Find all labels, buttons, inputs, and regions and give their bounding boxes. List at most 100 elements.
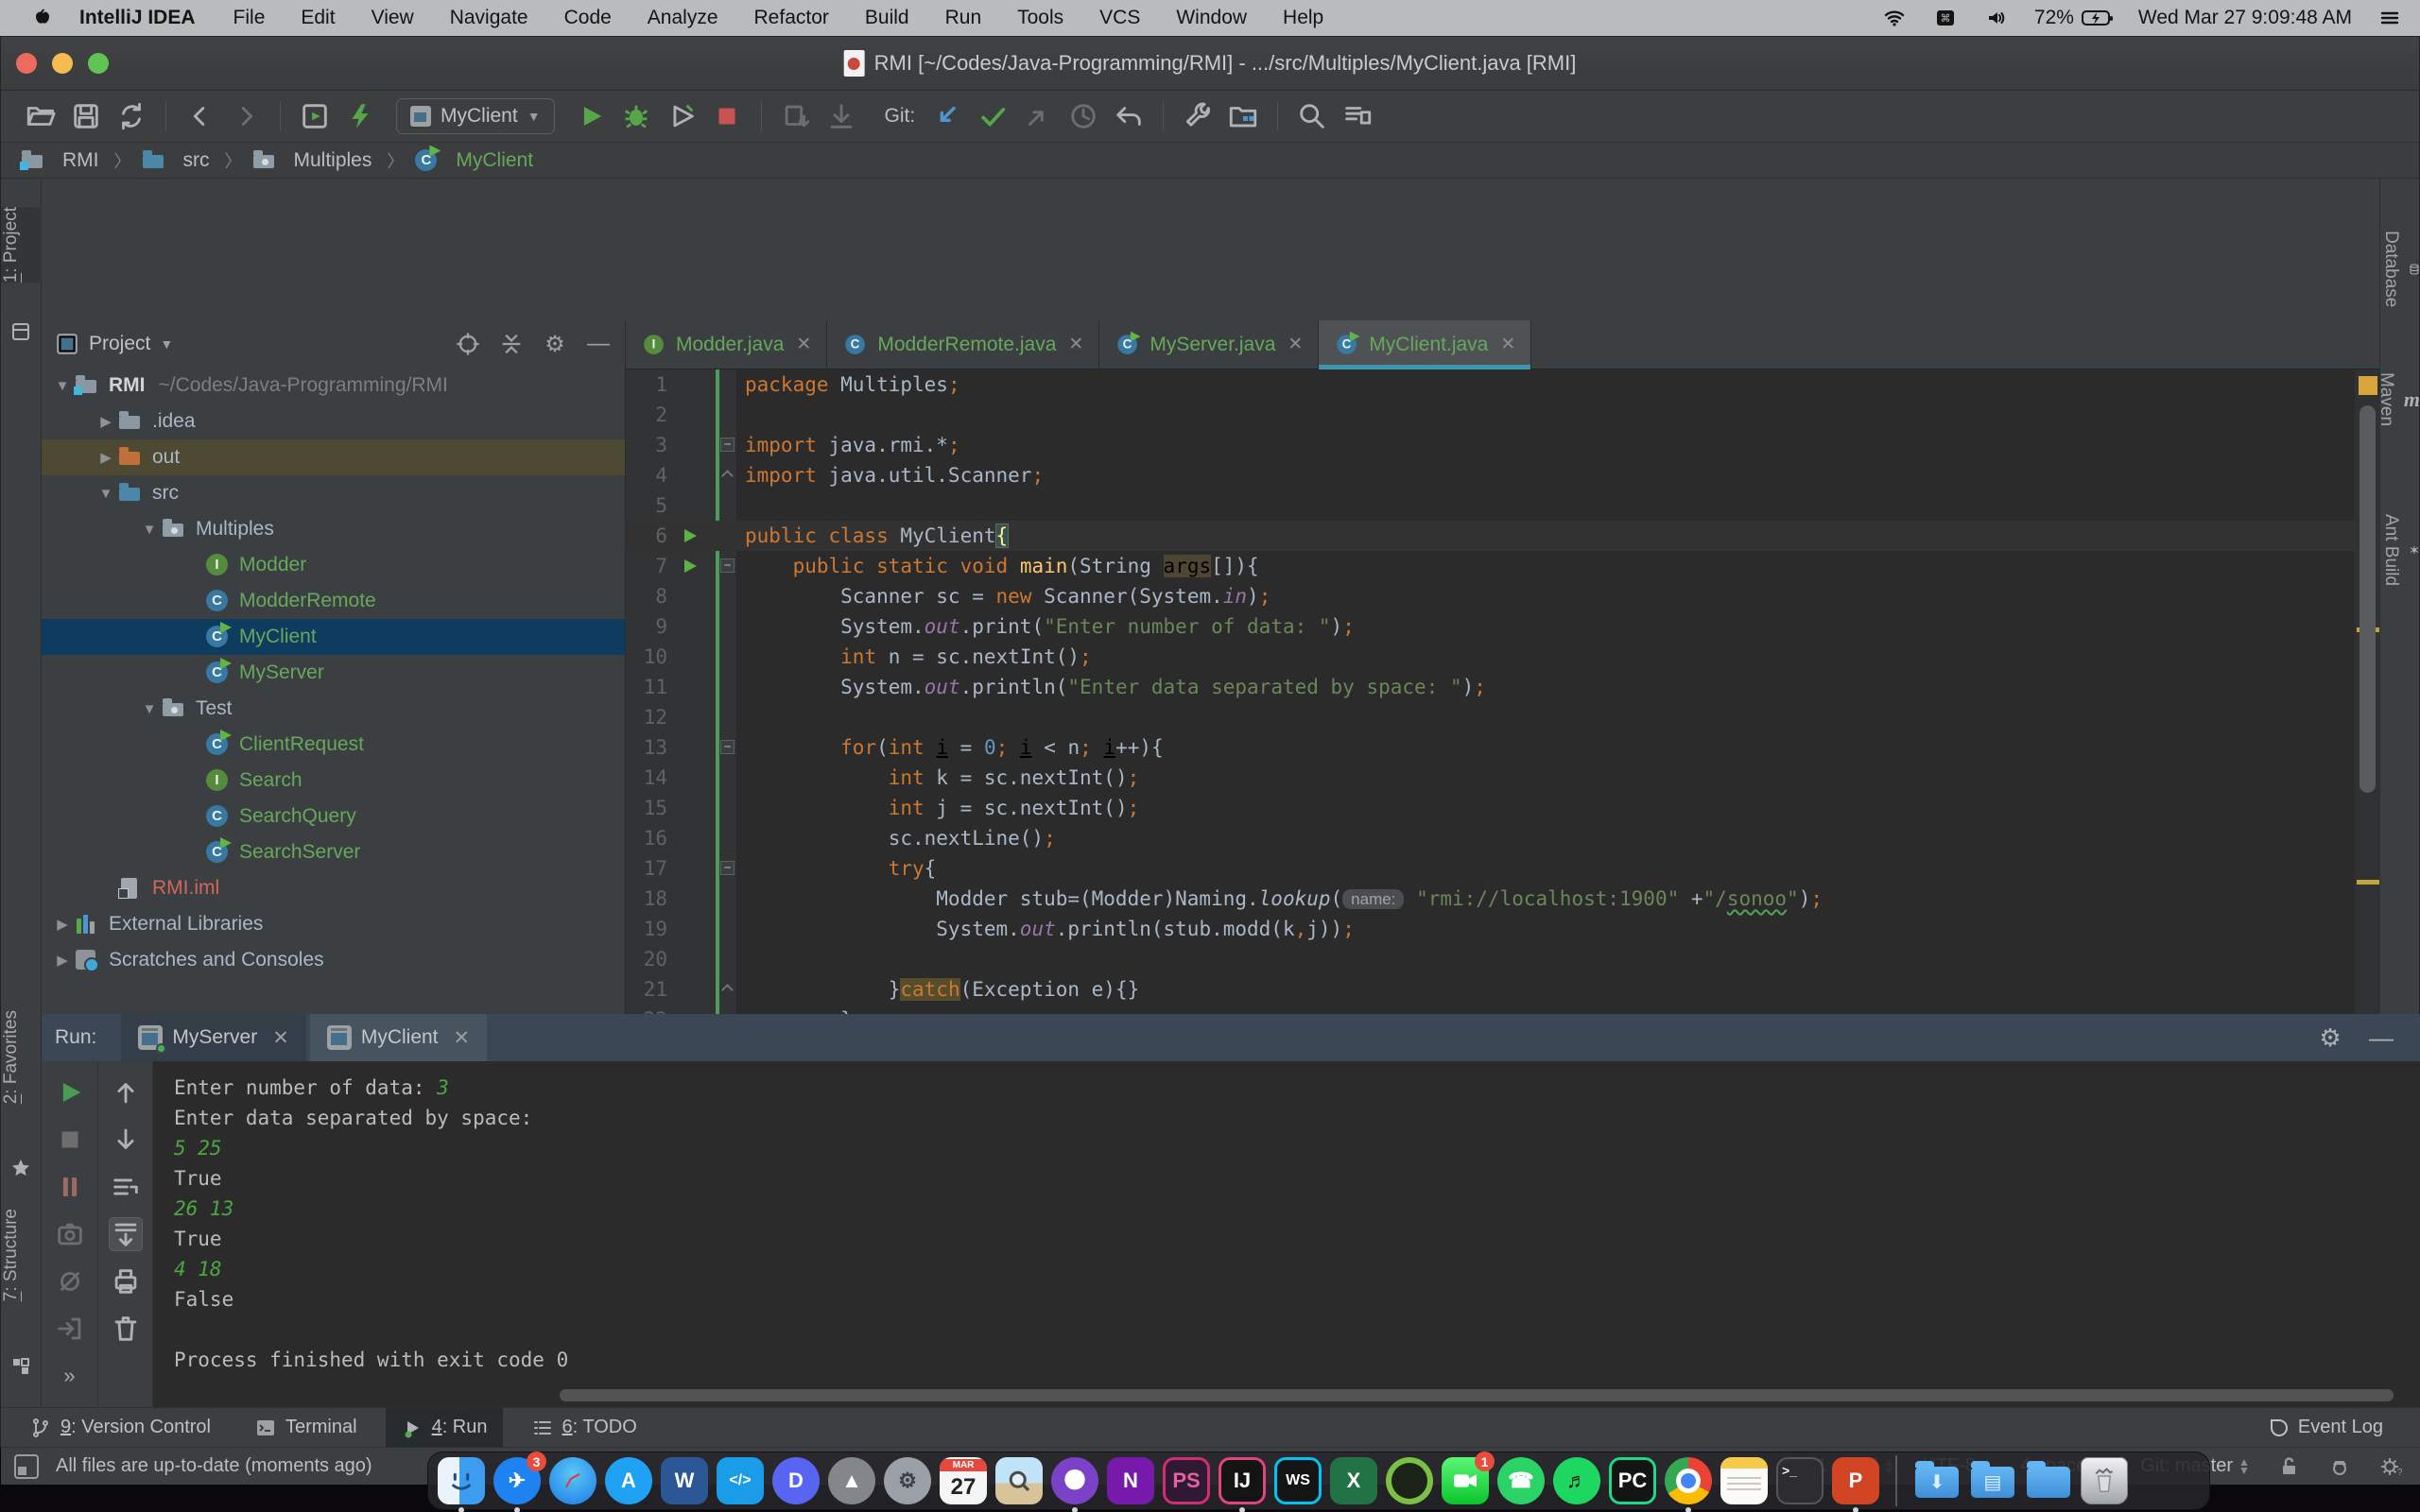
close-window-button[interactable] — [16, 53, 37, 74]
hide-panel-icon[interactable]: — — [585, 331, 612, 357]
fold-icon[interactable]: − — [720, 438, 735, 452]
vertical-scrollbar[interactable] — [2360, 405, 2376, 793]
print-icon[interactable] — [110, 1265, 142, 1297]
window-title-bar[interactable]: RMI [~/Codes/Java-Programming/RMI] - ...… — [1, 37, 2419, 91]
fold-icon[interactable]: − — [720, 740, 735, 754]
trash-dock-icon[interactable] — [2081, 1457, 2128, 1504]
calendar-dock-icon[interactable]: MAR27 — [940, 1457, 987, 1504]
vscode-dock-icon[interactable]: </> — [717, 1457, 764, 1504]
menu-refactor[interactable]: Refactor — [754, 7, 829, 28]
system-preferences-dock-icon[interactable]: ⚙ — [884, 1457, 931, 1504]
stop-button-icon[interactable] — [711, 100, 743, 132]
code-line-12[interactable]: 12 — [626, 702, 2381, 732]
menu-tools[interactable]: Tools — [1017, 7, 1063, 28]
tree-item-search[interactable]: ISearch — [42, 763, 625, 799]
menu-file[interactable]: File — [233, 7, 266, 28]
editor-tab-myserver-java[interactable]: CMyServer.java✕ — [1099, 320, 1319, 369]
run-line-icon[interactable] — [684, 529, 697, 542]
app-store-dock-icon[interactable]: A — [605, 1457, 652, 1504]
code-line-20[interactable]: 20 — [626, 944, 2381, 974]
error-stripe[interactable] — [2355, 369, 2381, 1118]
kill-process-icon[interactable] — [54, 1265, 86, 1297]
menu-clock[interactable]: Wed Mar 27 9:09:48 AM — [2138, 7, 2352, 29]
chevron-down-icon[interactable]: ▼ — [95, 486, 117, 502]
pycharm-dock-icon[interactable]: PC — [1609, 1457, 1656, 1504]
tree-item-myclient[interactable]: CMyClient — [42, 619, 625, 655]
open-project-icon[interactable] — [25, 100, 57, 132]
stripe-structure[interactable]: 7: Structure — [1, 1209, 42, 1301]
run-tab-myserver[interactable]: MyServer✕ — [121, 1014, 305, 1061]
tool-window-switcher-icon[interactable] — [14, 1454, 39, 1479]
battery-status[interactable]: 72% — [2034, 7, 2114, 29]
close-tab-icon[interactable]: ✕ — [1288, 334, 1303, 355]
editor-tab-myclient-java[interactable]: CMyClient.java✕ — [1319, 320, 1531, 369]
download-sources-icon[interactable] — [825, 100, 857, 132]
more-actions-icon[interactable]: » — [42, 1364, 97, 1388]
toolwindow-button-4-run[interactable]: 4: Run — [386, 1408, 503, 1448]
back-icon[interactable] — [184, 100, 216, 132]
menu-vcs[interactable]: VCS — [1099, 7, 1140, 28]
menu-navigate[interactable]: Navigate — [450, 7, 528, 28]
webstorm-dock-icon[interactable]: WS — [1274, 1457, 1322, 1504]
stripe-database[interactable]: Database — [2380, 231, 2420, 307]
onenote-dock-icon[interactable]: N — [1107, 1457, 1154, 1504]
toolwindow-button-9-version-control[interactable]: 9: Version Control — [14, 1408, 226, 1448]
rollback-icon[interactable] — [1113, 100, 1145, 132]
menu-run[interactable]: Run — [945, 7, 982, 28]
gear-icon[interactable]: ⚙ — [542, 331, 568, 357]
volume-icon[interactable] — [1983, 7, 2010, 29]
run-button-icon[interactable] — [575, 100, 607, 132]
code-line-3[interactable]: 3−import java.rmi.*; — [626, 430, 2381, 460]
menu-help[interactable]: Help — [1283, 7, 1323, 28]
close-tab-icon[interactable]: ✕ — [796, 334, 811, 355]
chevron-right-icon[interactable]: ▶ — [95, 449, 117, 466]
run-configuration-selector[interactable]: MyClient▼ — [396, 98, 555, 134]
inspection-profile-icon[interactable] — [2328, 1455, 2351, 1478]
run-window-icon[interactable] — [299, 100, 331, 132]
tree-item-rmi[interactable]: ▼RMI~/Codes/Java-Programming/RMI — [42, 368, 625, 404]
settings-wrench-icon[interactable] — [1182, 100, 1214, 132]
clear-all-icon[interactable] — [110, 1313, 142, 1345]
code-line-6[interactable]: 6public class MyClient{ — [626, 521, 2381, 551]
powerpoint-dock-icon[interactable]: P — [1832, 1457, 1879, 1504]
tree-item-rmi-iml[interactable]: RMI.iml — [42, 870, 625, 906]
launchpad-dock-icon[interactable]: ▲ — [828, 1457, 875, 1504]
menu-window[interactable]: Window — [1176, 7, 1247, 28]
chevron-down-icon[interactable]: ▼ — [51, 378, 74, 394]
code-line-1[interactable]: 1package Multiples; — [626, 369, 2381, 400]
discord-dock-icon[interactable]: D — [772, 1457, 820, 1504]
code-area[interactable]: 1package Multiples;23−import java.rmi.*;… — [626, 369, 2381, 1080]
code-line-15[interactable]: 15 int j = sc.nextInt(); — [626, 793, 2381, 823]
tree-item-modderremote[interactable]: CModderRemote — [42, 583, 625, 619]
debug-button-icon[interactable] — [620, 100, 652, 132]
minimize-window-button[interactable] — [52, 53, 73, 74]
stripe-maven[interactable]: mMaven — [2380, 372, 2420, 426]
stripe-project[interactable]: 1: Project — [1, 207, 42, 283]
menu-code[interactable]: Code — [564, 7, 612, 28]
search-everywhere-icon[interactable] — [1296, 100, 1328, 132]
tree-item-test[interactable]: ▼Test — [42, 691, 625, 727]
breadcrumb-src[interactable]: src — [141, 148, 210, 173]
messages-dock-icon[interactable]: 1 — [1442, 1457, 1489, 1504]
structure-stripe-icon[interactable] — [9, 1355, 32, 1378]
code-line-18[interactable]: 18 Modder stub=(Modder)Naming.lookup(nam… — [626, 884, 2381, 914]
menu-edit[interactable]: Edit — [301, 7, 335, 28]
unlock-icon[interactable] — [2277, 1455, 2300, 1478]
run-tab-myclient[interactable]: MyClient✕ — [310, 1014, 487, 1061]
tree-item-external-libraries[interactable]: ▶External Libraries — [42, 906, 625, 942]
apple-icon[interactable] — [30, 7, 53, 29]
downloads-folder-dock-icon[interactable]: ⬇ — [1913, 1457, 1961, 1504]
down-stack-trace-icon[interactable] — [110, 1124, 142, 1156]
finder-dock-icon[interactable] — [438, 1457, 485, 1504]
menu-app-name[interactable]: IntelliJ IDEA — [79, 7, 196, 29]
hide-panel-icon[interactable]: — — [2368, 1024, 2394, 1051]
project-stripe-icon[interactable] — [9, 320, 32, 343]
zoom-window-button[interactable] — [88, 53, 109, 74]
tree-item-clientrequest[interactable]: CClientRequest — [42, 727, 625, 763]
applications-folder-dock-icon[interactable] — [2025, 1457, 2072, 1504]
code-line-7[interactable]: 7− public static void main(String args[]… — [626, 551, 2381, 581]
synchronize-icon[interactable] — [115, 100, 147, 132]
github-desktop-dock-icon[interactable] — [1051, 1457, 1098, 1504]
toolwindow-button-6-todo[interactable]: 6: TODO — [516, 1408, 652, 1448]
stripe-favorites[interactable]: 2: Favorites — [1, 1010, 42, 1104]
